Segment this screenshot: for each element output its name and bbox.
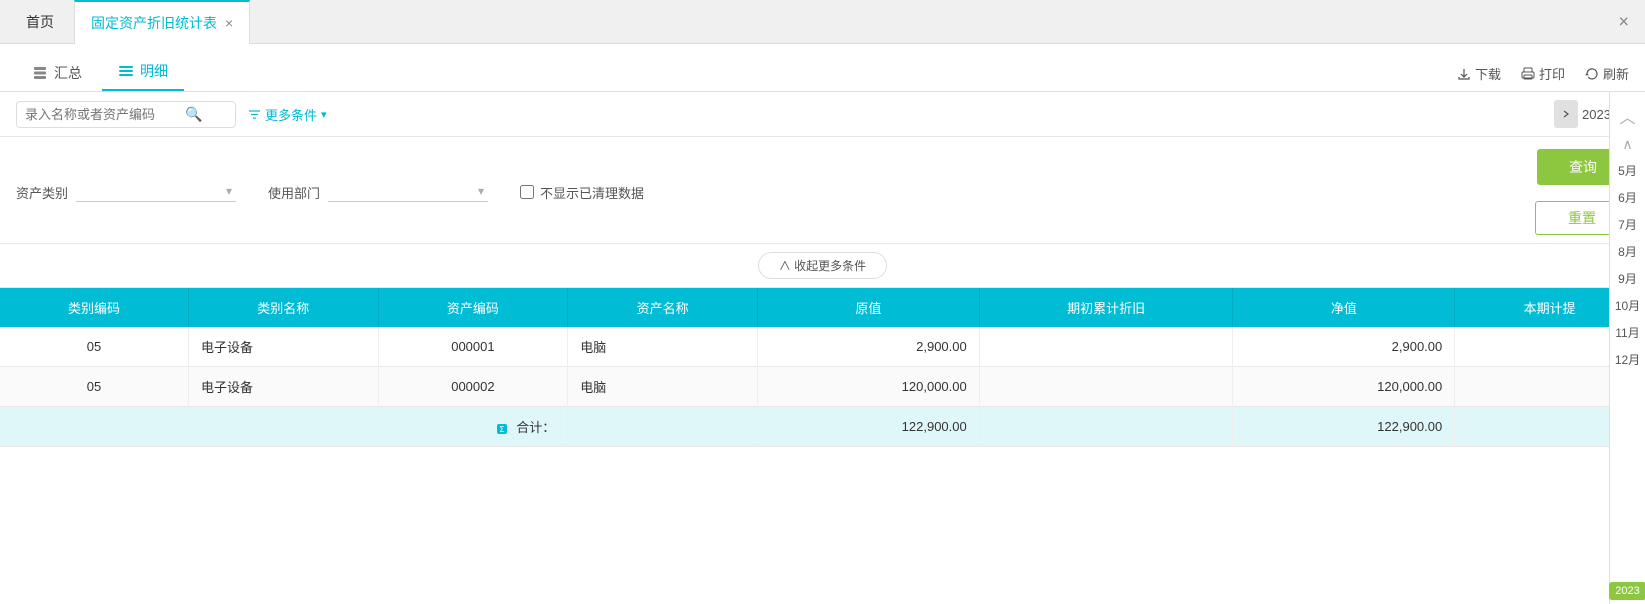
print-icon bbox=[1521, 67, 1535, 81]
year-badge: 2023 bbox=[1609, 582, 1645, 600]
department-select[interactable] bbox=[328, 182, 488, 202]
asset-category-field: 资产类别 bbox=[16, 182, 236, 202]
hide-cleared-checkbox[interactable] bbox=[520, 185, 534, 199]
toolbar-right: 下载 打印 刷新 bbox=[1457, 64, 1629, 83]
print-button[interactable]: 打印 bbox=[1521, 64, 1565, 83]
col-accumulated-dep: 期初累计折旧 bbox=[979, 288, 1233, 327]
collapse-bar: ∧ 收起更多条件 bbox=[0, 244, 1645, 288]
table-row: 05 电子设备 000001 电脑 2,900.00 2,900.00 bbox=[0, 327, 1645, 367]
advanced-filter: 资产类别 使用部门 bbox=[0, 137, 1645, 244]
sidebar-month-item[interactable]: 9月 bbox=[1613, 265, 1642, 292]
sidebar-month-item[interactable]: 5月 bbox=[1613, 157, 1642, 184]
table-wrap: 类别编码 类别名称 资产编码 资产名称 原值 期初累计折旧 净值 本期计提 05… bbox=[0, 288, 1645, 604]
chevron-down-icon: ▾ bbox=[321, 108, 327, 121]
department-field: 使用部门 bbox=[268, 182, 488, 202]
tab-detail[interactable]: 明细 bbox=[102, 53, 184, 91]
summary-row: Σ 合计： 122,900.00 122,900.00 bbox=[0, 407, 1645, 447]
sidebar-month-item[interactable]: 6月 bbox=[1613, 184, 1642, 211]
col-category-code: 类别编码 bbox=[0, 288, 188, 327]
sidebar-month-item[interactable]: 10月 bbox=[1613, 292, 1642, 319]
search-icon[interactable]: 🔍 bbox=[185, 106, 202, 123]
col-category-name: 类别名称 bbox=[188, 288, 378, 327]
layers-icon bbox=[32, 65, 48, 81]
tab-close-icon[interactable]: × bbox=[225, 15, 233, 31]
table-row: 05 电子设备 000002 电脑 120,000.00 120,000.00 bbox=[0, 367, 1645, 407]
hide-cleared-wrap: 不显示已清理数据 bbox=[520, 183, 644, 202]
scroll-up2-button[interactable]: ∧ bbox=[1620, 134, 1634, 155]
refresh-icon bbox=[1585, 67, 1599, 81]
more-filter-button[interactable]: 更多条件 ▾ bbox=[248, 105, 327, 124]
chevron-right-icon bbox=[1561, 109, 1571, 119]
asset-category-select[interactable] bbox=[76, 182, 236, 202]
sidebar-month-item[interactable]: 8月 bbox=[1613, 238, 1642, 265]
top-tab-bar: 首页 固定资产折旧统计表 × × bbox=[0, 0, 1645, 44]
right-sidebar: ︿ ∧ 5月6月7月8月9月10月11月12月 2023 bbox=[1609, 92, 1645, 604]
sub-tab-bar: 汇总 明细 下载 bbox=[0, 44, 1645, 92]
period-expand-button[interactable] bbox=[1554, 100, 1578, 128]
tab-home[interactable]: 首页 bbox=[10, 0, 70, 44]
col-net-value: 净值 bbox=[1233, 288, 1455, 327]
collapse-button[interactable]: ∧ 收起更多条件 bbox=[758, 252, 887, 279]
window-close-icon[interactable]: × bbox=[1618, 11, 1629, 32]
tab-summary[interactable]: 汇总 bbox=[16, 55, 98, 91]
sidebar-month-item[interactable]: 7月 bbox=[1613, 211, 1642, 238]
refresh-button[interactable]: 刷新 bbox=[1585, 64, 1629, 83]
scroll-up-button[interactable]: ︿ bbox=[1615, 100, 1639, 132]
col-asset-name: 资产名称 bbox=[568, 288, 758, 327]
download-icon bbox=[1457, 67, 1471, 81]
list-icon bbox=[118, 63, 134, 79]
col-original-value: 原值 bbox=[757, 288, 979, 327]
svg-text:Σ: Σ bbox=[499, 425, 504, 434]
data-table: 类别编码 类别名称 资产编码 资产名称 原值 期初累计折旧 净值 本期计提 05… bbox=[0, 288, 1645, 447]
download-button[interactable]: 下载 bbox=[1457, 64, 1501, 83]
table-body: 05 电子设备 000001 电脑 2,900.00 2,900.00 05 电… bbox=[0, 327, 1645, 447]
sidebar-month-item[interactable]: 11月 bbox=[1613, 319, 1642, 346]
search-wrap: 🔍 bbox=[16, 101, 236, 128]
table-header-row: 类别编码 类别名称 资产编码 资产名称 原值 期初累计折旧 净值 本期计提 bbox=[0, 288, 1645, 327]
tab-active[interactable]: 固定资产折旧统计表 × bbox=[74, 0, 250, 44]
main-content: 汇总 明细 下载 bbox=[0, 44, 1645, 604]
sidebar-month-item[interactable]: 12月 bbox=[1613, 346, 1642, 373]
filter-bar: 🔍 更多条件 ▾ 2023.01 bbox=[0, 92, 1645, 137]
filter-icon bbox=[248, 108, 261, 121]
search-input[interactable] bbox=[25, 107, 185, 122]
col-asset-code: 资产编码 bbox=[378, 288, 568, 327]
filter-row: 资产类别 使用部门 bbox=[16, 149, 1629, 235]
month-list: 5月6月7月8月9月10月11月12月 bbox=[1613, 157, 1642, 373]
